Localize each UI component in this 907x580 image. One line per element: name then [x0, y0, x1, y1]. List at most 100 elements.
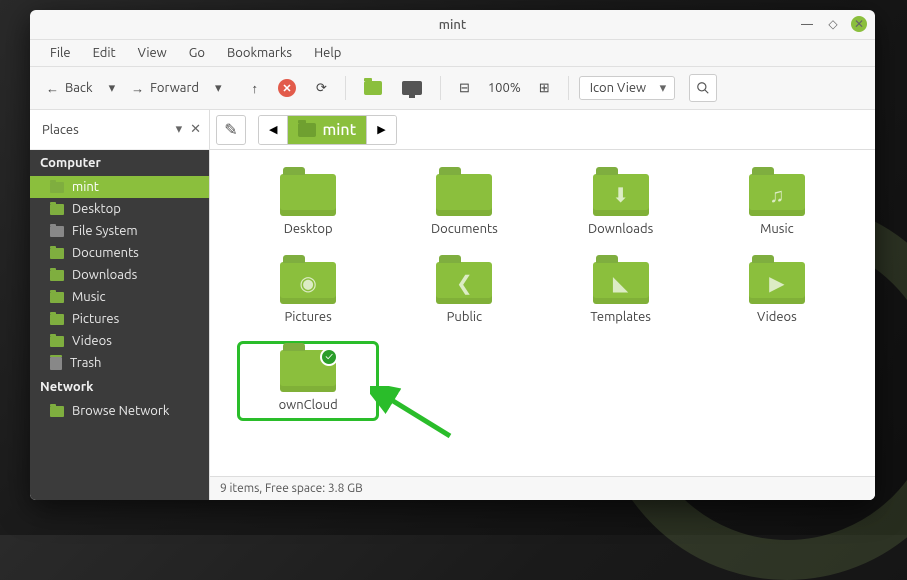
annotation-arrow-icon — [370, 386, 460, 446]
folder-music[interactable]: ♫Music — [709, 168, 845, 242]
sidebar-item-filesystem[interactable]: File System — [30, 220, 209, 242]
computer-button[interactable] — [394, 77, 430, 99]
chevron-left-icon: ◀ — [269, 123, 277, 136]
folder-icon — [50, 248, 64, 259]
sidebar-item-pictures[interactable]: Pictures — [30, 308, 209, 330]
zoom-in-button[interactable]: ⊞ — [531, 77, 558, 100]
sidebar-item-label: Downloads — [72, 268, 137, 282]
templates-glyph-icon: ◣ — [593, 262, 649, 304]
status-text: 9 items, Free space: 3.8 GB — [220, 482, 363, 495]
sidebar-item-label: Trash — [70, 356, 101, 370]
sidebar-item-documents[interactable]: Documents — [30, 242, 209, 264]
folder-icon — [50, 314, 64, 325]
sidebar-category-network: Network — [30, 374, 209, 400]
sidebar-item-trash[interactable]: Trash — [30, 352, 209, 374]
folder-label: Documents — [431, 222, 498, 236]
sidebar-header: Places ▾ ✕ — [30, 110, 209, 150]
sidebar-item-browse-network[interactable]: Browse Network — [30, 400, 209, 422]
home-button[interactable] — [356, 77, 390, 99]
search-button[interactable] — [689, 74, 717, 102]
pathbar-segment-current[interactable]: mint — [288, 116, 367, 144]
sidebar-item-videos[interactable]: Videos — [30, 330, 209, 352]
zoom-out-button[interactable]: ⊟ — [451, 77, 478, 100]
network-folder-icon — [50, 406, 64, 417]
pathbar-prev-button[interactable]: ◀ — [259, 116, 288, 144]
maximize-button[interactable]: ◇ — [825, 16, 841, 32]
sync-ok-badge-icon: ✓ — [320, 348, 338, 366]
toolbar: ← Back ▾ → Forward ▾ ↑ ✕ ⟳ ⊟ 100% ⊞ Icon… — [30, 66, 875, 110]
pathbar-edit-button[interactable]: ✎ — [216, 115, 246, 145]
stop-button[interactable]: ✕ — [270, 75, 304, 101]
pathbar-current-label: mint — [322, 121, 356, 139]
folder-label: Templates — [590, 310, 651, 324]
documents-glyph-icon — [436, 174, 492, 216]
pencil-icon: ✎ — [224, 120, 237, 139]
desktop-glyph-icon — [280, 174, 336, 216]
folder-owncloud[interactable]: ✓ ownCloud — [240, 344, 376, 418]
view-mode-select[interactable]: Icon View — [579, 76, 675, 100]
folder-documents[interactable]: Documents — [396, 168, 532, 242]
public-glyph-icon: ❮ — [436, 262, 492, 304]
sidebar-item-label: mint — [72, 180, 99, 194]
downloads-glyph-icon: ⬇ — [593, 174, 649, 216]
zoom-out-icon: ⊟ — [459, 81, 470, 96]
menu-view[interactable]: View — [128, 43, 177, 63]
sidebar-item-label: Desktop — [72, 202, 121, 216]
view-mode-label: Icon View — [590, 81, 646, 95]
menu-help[interactable]: Help — [304, 43, 351, 63]
window-title: mint — [439, 18, 466, 32]
music-glyph-icon: ♫ — [749, 174, 805, 216]
folder-label: ownCloud — [279, 398, 338, 412]
sidebar-item-desktop[interactable]: Desktop — [30, 198, 209, 220]
close-button[interactable]: ✕ — [851, 16, 867, 32]
menu-go[interactable]: Go — [179, 43, 215, 63]
folder-templates[interactable]: ◣ Templates — [553, 256, 689, 330]
reload-button[interactable]: ⟳ — [308, 77, 335, 100]
menu-edit[interactable]: Edit — [83, 43, 126, 63]
folder-videos[interactable]: ▶Videos — [709, 256, 845, 330]
arrow-left-icon: ← — [46, 81, 59, 96]
sidebar-item-music[interactable]: Music — [30, 286, 209, 308]
zoom-in-icon: ⊞ — [539, 81, 550, 96]
forward-history-dropdown[interactable]: ▾ — [211, 81, 226, 96]
up-button[interactable]: ↑ — [244, 77, 267, 100]
sidebar-item-home[interactable]: mint — [30, 176, 209, 198]
file-manager-window: mint — ◇ ✕ File Edit View Go Bookmarks H… — [30, 10, 875, 500]
folder-desktop[interactable]: Desktop — [240, 168, 376, 242]
status-bar: 9 items, Free space: 3.8 GB — [210, 476, 875, 500]
arrow-right-icon: → — [131, 81, 144, 96]
folder-label: Desktop — [284, 222, 333, 236]
sidebar-item-downloads[interactable]: Downloads — [30, 264, 209, 286]
back-button[interactable]: ← Back — [38, 77, 101, 100]
icon-grid: Desktop Documents ⬇Downloads ♫Music ◉Pic… — [210, 150, 875, 476]
sidebar-item-label: Music — [72, 290, 106, 304]
minimize-button[interactable]: — — [799, 16, 815, 32]
drive-icon — [50, 226, 64, 237]
menubar: File Edit View Go Bookmarks Help — [30, 40, 875, 66]
sidebar-title: Places — [42, 123, 79, 137]
chevron-right-icon: ▶ — [377, 123, 385, 136]
folder-pictures[interactable]: ◉Pictures — [240, 256, 376, 330]
folder-icon — [50, 204, 64, 215]
back-label: Back — [65, 81, 93, 95]
reload-icon: ⟳ — [316, 81, 327, 96]
pathbar: ✎ ◀ mint ▶ — [210, 110, 875, 150]
pathbar-next-button[interactable]: ▶ — [367, 116, 395, 144]
folder-icon — [50, 292, 64, 303]
folder-label: Videos — [757, 310, 797, 324]
sidebar-tree: Computer mint Desktop File System Docume… — [30, 150, 209, 500]
folder-public[interactable]: ❮Public — [396, 256, 532, 330]
folder-downloads[interactable]: ⬇Downloads — [553, 168, 689, 242]
sidebar-item-label: Documents — [72, 246, 139, 260]
menu-bookmarks[interactable]: Bookmarks — [217, 43, 302, 63]
menu-file[interactable]: File — [40, 43, 81, 63]
search-icon — [696, 81, 710, 95]
sidebar-item-label: File System — [72, 224, 138, 238]
sidebar-item-label: Browse Network — [72, 404, 169, 418]
back-history-dropdown[interactable]: ▾ — [105, 81, 120, 96]
sidebar-close[interactable]: ✕ — [190, 122, 201, 137]
sidebar-item-label: Pictures — [72, 312, 119, 326]
forward-button[interactable]: → Forward — [123, 77, 207, 100]
folder-label: Pictures — [285, 310, 332, 324]
sidebar-dropdown[interactable]: ▾ — [176, 122, 183, 137]
